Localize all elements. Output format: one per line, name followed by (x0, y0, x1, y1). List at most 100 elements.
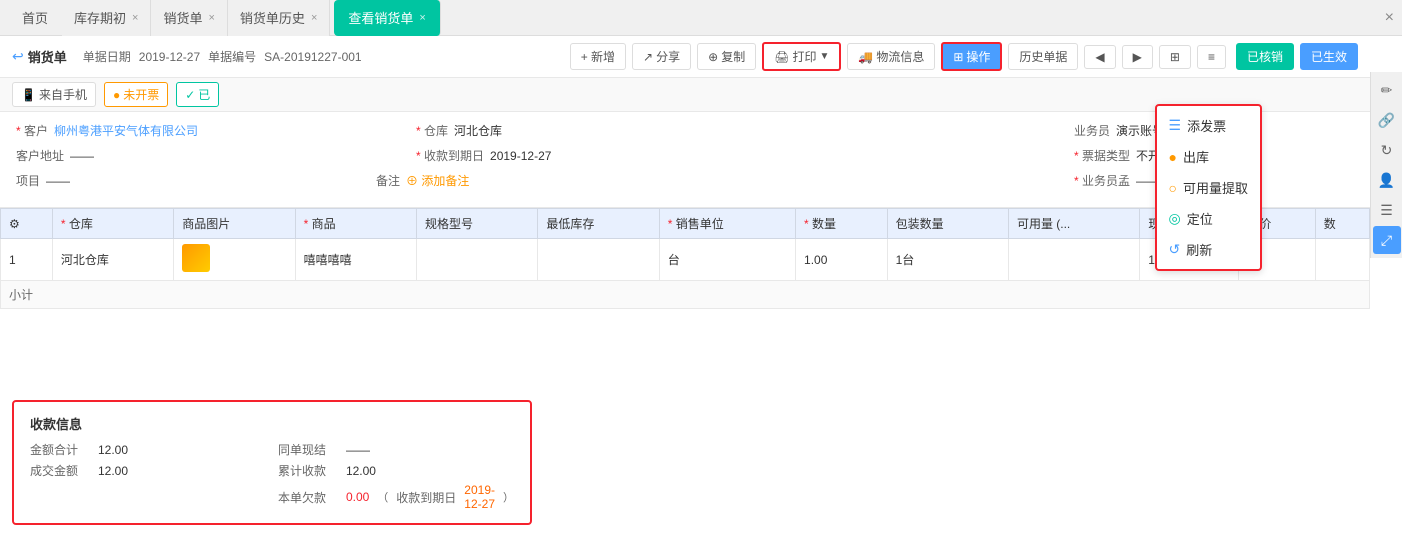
tab-inventory-init[interactable]: 库存期初 × (62, 0, 151, 36)
dropdown-add-invoice[interactable]: ☰ 添发票 (1157, 110, 1260, 141)
payment-same-order-value: —— (346, 443, 370, 457)
add-invoice-label: 添发票 (1187, 116, 1226, 135)
refresh-label: 刷新 (1186, 240, 1212, 259)
dropdown-warehouse-out[interactable]: ● 出库 (1157, 141, 1260, 172)
status-effect-badge: 已生效 (1300, 43, 1358, 70)
col-settings[interactable]: ⚙ (1, 209, 53, 239)
right-panel-link-icon[interactable]: 🔗 (1373, 106, 1401, 134)
not-open-button[interactable]: ● 未开票 (104, 82, 168, 107)
form-row-1: 客户 柳州粤港平安气体有限公司 仓库 河北仓库 业务员 演示账号 (16, 122, 1354, 139)
new-label: + 新增 (581, 48, 615, 65)
warehouse-value: 河北仓库 (454, 122, 502, 139)
tab-sales-history-label: 销货单历史 (240, 8, 305, 27)
tab-inventory-close[interactable]: × (132, 12, 138, 24)
confirm-label: 已 (198, 86, 210, 103)
available-pickup-label: 可用量提取 (1183, 178, 1248, 197)
payment-total-value: 12.00 (98, 443, 128, 457)
project-value: —— (46, 174, 70, 188)
right-panel-list-icon[interactable]: ☰ (1373, 196, 1401, 224)
warehouse-out-label: 出库 (1183, 147, 1209, 166)
copy-button[interactable]: ⊕ 复制 (697, 43, 756, 70)
subtotal-label: 小计 (1, 281, 1370, 309)
global-close-button[interactable]: × (1385, 9, 1394, 27)
tab-view-sales-label: 查看销货单 (348, 8, 413, 27)
project-field: 项目 —— (16, 172, 296, 189)
col-min-stock: 最低库存 (538, 209, 659, 239)
right-panel-user-icon[interactable]: 👤 (1373, 166, 1401, 194)
payment-due-date-value: 2019-12-27 (464, 483, 495, 511)
history-button[interactable]: 历史单据 (1008, 43, 1078, 70)
next-button[interactable]: ▶ (1122, 45, 1153, 69)
customer-addr-label: 客户地址 (16, 147, 64, 164)
payment-transaction-row: 成交金额 12.00 (30, 462, 258, 479)
share-label: 分享 (656, 48, 680, 65)
cell-warehouse: 河北仓库 (52, 239, 173, 281)
dropdown-refresh[interactable]: ↺ 刷新 (1157, 234, 1260, 265)
dropdown-available-pickup[interactable]: ○ 可用量提取 (1157, 172, 1260, 203)
product-image (182, 244, 210, 272)
grid-view-button[interactable]: ⊞ (1159, 45, 1191, 69)
payment-total-row: 金额合计 12.00 (30, 441, 258, 458)
tab-view-sales[interactable]: 查看销货单 × (334, 0, 440, 36)
payment-section: 收款信息 金额合计 12.00 同单现结 —— 成交金额 12.00 (12, 400, 532, 525)
payment-due-close: ） (503, 489, 514, 505)
cell-product-img (174, 239, 295, 281)
payment-current-due-label: 本单欠款 (278, 489, 338, 506)
copy-icon: ⊕ (708, 50, 718, 64)
operate-icon: ⊞ (953, 50, 963, 64)
tab-sales-order-close[interactable]: × (208, 12, 214, 24)
tab-sales-history-close[interactable]: × (311, 12, 317, 24)
tab-home-label: 首页 (22, 8, 48, 27)
tab-sales-order[interactable]: 销货单 × (151, 0, 227, 36)
toolbar: ↩ 销货单 单据日期 2019-12-27 单据编号 SA-20191227-0… (0, 36, 1370, 78)
operate-button[interactable]: ⊞ 操作 (941, 42, 1002, 71)
col-quantity: 数量 (796, 209, 888, 239)
layout-wrapper: ↩ 销货单 单据日期 2019-12-27 单据编号 SA-20191227-0… (0, 36, 1402, 533)
right-panel: ✏ 🔗 ↻ 👤 ☰ ⤢ (1370, 72, 1402, 258)
right-panel-edit-icon[interactable]: ✏ (1373, 76, 1401, 104)
logistics-button[interactable]: 🚚 物流信息 (847, 43, 935, 70)
add-note-button[interactable]: ⊕ 添加备注 (406, 172, 469, 189)
payment-cumulative-row: 累计收款 12.00 (278, 462, 514, 479)
warehouse-out-icon: ● (1169, 149, 1177, 165)
subtotal-row: 小计 (1, 281, 1370, 309)
logistics-icon: 🚚 (858, 50, 873, 64)
prev-button[interactable]: ◀ (1084, 45, 1115, 69)
tab-home[interactable]: 首页 (8, 0, 62, 36)
from-phone-button[interactable]: 📱 来自手机 (12, 82, 96, 107)
cell-available (1008, 239, 1139, 281)
customer-value[interactable]: 柳州粤港平安气体有限公司 (54, 122, 198, 139)
history-label: 历史单据 (1019, 48, 1067, 65)
list-view-button[interactable]: ≡ (1197, 45, 1226, 69)
payment-due-date-label: 收款到期日 (396, 489, 456, 506)
note-label: 备注 (376, 172, 400, 189)
doc-date-value: 2019-12-27 (139, 50, 200, 64)
salesperson-label: 业务员 (1074, 122, 1110, 139)
col-available: 可用量 (... (1008, 209, 1139, 239)
col-product: 商品 (295, 209, 416, 239)
from-phone-label: 来自手机 (39, 86, 87, 103)
cell-sales-unit: 台 (659, 239, 795, 281)
salesperson2-label: 业务员孟 (1074, 172, 1130, 189)
form-row-3: 项目 —— 备注 ⊕ 添加备注 业务员孟 —— (16, 172, 1354, 189)
right-panel-rotate-icon[interactable]: ↻ (1373, 136, 1401, 164)
cell-quantity: 1.00 (796, 239, 888, 281)
cell-pack-qty: 1台 (887, 239, 1008, 281)
payment-title: 收款信息 (30, 414, 514, 433)
cell-row-num: 1 (1, 239, 53, 281)
payment-due-field: 收款到期日 2019-12-27 (416, 147, 696, 164)
toolbar-actions: + 新增 ↗ 分享 ⊕ 复制 🖨 打印 ▼ (570, 42, 1358, 71)
add-invoice-icon: ☰ (1169, 117, 1182, 134)
available-pickup-icon: ○ (1169, 180, 1177, 196)
operate-label: 操作 (966, 48, 990, 65)
doc-number-label: 单据编号 (208, 48, 256, 65)
dropdown-locate[interactable]: ◎ 定位 (1157, 203, 1260, 234)
print-button[interactable]: 🖨 打印 ▼ (762, 42, 841, 71)
right-panel-expand-icon[interactable]: ⤢ (1373, 226, 1401, 254)
confirm-button[interactable]: ✓ 已 (176, 82, 219, 107)
payment-current-due-row: 本单欠款 0.00 （ 收款到期日 2019-12-27 ） (278, 483, 514, 511)
share-button[interactable]: ↗ 分享 (632, 43, 691, 70)
tab-view-sales-close[interactable]: × (419, 12, 425, 24)
new-button[interactable]: + 新增 (570, 43, 626, 70)
tab-sales-history[interactable]: 销货单历史 × (228, 0, 330, 36)
